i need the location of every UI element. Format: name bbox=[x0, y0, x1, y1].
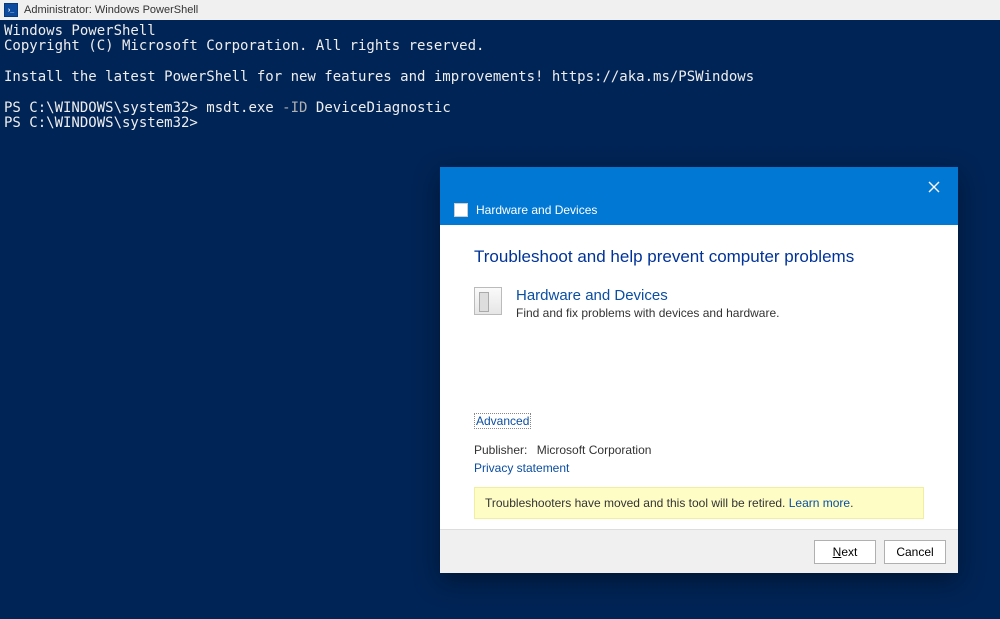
publisher-label: Publisher: bbox=[474, 443, 527, 457]
powershell-icon bbox=[4, 3, 18, 17]
privacy-statement-link[interactable]: Privacy statement bbox=[474, 461, 924, 475]
dialog-header[interactable]: Hardware and Devices bbox=[440, 167, 958, 225]
publisher-row: Publisher: Microsoft Corporation bbox=[474, 443, 924, 457]
next-label-rest: ext bbox=[841, 545, 857, 559]
close-button[interactable] bbox=[922, 175, 946, 199]
troubleshooter-item: Hardware and Devices Find and fix proble… bbox=[474, 287, 924, 320]
dialog-header-icon bbox=[454, 203, 468, 217]
window-titlebar[interactable]: Administrator: Windows PowerShell bbox=[0, 0, 1000, 20]
next-button[interactable]: Next bbox=[814, 540, 876, 564]
retirement-notice: Troubleshooters have moved and this tool… bbox=[474, 487, 924, 519]
notice-text: Troubleshooters have moved and this tool… bbox=[485, 496, 789, 510]
publisher-value: Microsoft Corporation bbox=[537, 443, 652, 457]
terminal-command: msdt.exe bbox=[206, 100, 273, 116]
advanced-link[interactable]: Advanced bbox=[474, 413, 531, 429]
terminal-line: Windows PowerShell bbox=[4, 23, 156, 39]
learn-more-link[interactable]: Learn more bbox=[789, 496, 850, 510]
terminal-output[interactable]: Windows PowerShell Copyright (C) Microso… bbox=[0, 20, 1000, 136]
terminal-arg: DeviceDiagnostic bbox=[316, 100, 451, 116]
close-icon bbox=[928, 181, 940, 193]
dialog-header-title: Hardware and Devices bbox=[476, 203, 597, 217]
terminal-flag: -ID bbox=[282, 100, 307, 116]
troubleshooter-title: Hardware and Devices bbox=[516, 287, 779, 304]
troubleshooter-description: Find and fix problems with devices and h… bbox=[516, 306, 779, 320]
terminal-prompt: PS C:\WINDOWS\system32> bbox=[4, 100, 206, 116]
terminal-line: Copyright (C) Microsoft Corporation. All… bbox=[4, 38, 484, 54]
hardware-icon bbox=[474, 287, 502, 315]
terminal-prompt: PS C:\WINDOWS\system32> bbox=[4, 115, 198, 131]
troubleshooter-dialog: Hardware and Devices Troubleshoot and he… bbox=[440, 167, 958, 573]
dialog-heading: Troubleshoot and help prevent computer p… bbox=[474, 247, 924, 267]
cancel-button[interactable]: Cancel bbox=[884, 540, 946, 564]
dialog-body: Troubleshoot and help prevent computer p… bbox=[440, 225, 958, 529]
window-title: Administrator: Windows PowerShell bbox=[24, 4, 198, 16]
terminal-line: Install the latest PowerShell for new fe… bbox=[4, 69, 754, 85]
dialog-footer: Next Cancel bbox=[440, 529, 958, 573]
